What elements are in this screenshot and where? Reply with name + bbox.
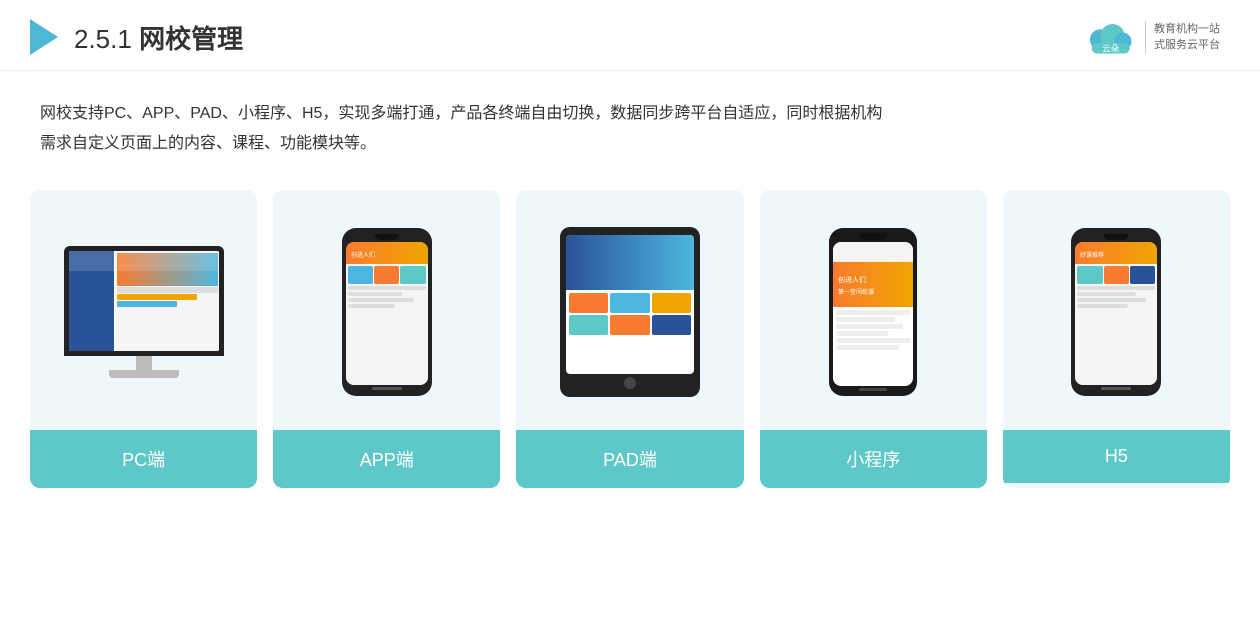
page-title: 2.5.1 网校管理 — [74, 19, 243, 56]
page-header: 2.5.1 网校管理 云朵 教育机构一站 式服务云平台 — [0, 0, 1260, 71]
h5-phone-icon: 好课推荐 — [1071, 228, 1161, 396]
svg-text:云朵: 云朵 — [1102, 44, 1120, 54]
device-card-pc: PC端 — [30, 190, 257, 488]
app-image-area: 创进人们 — [273, 190, 500, 430]
logo-triangle-icon — [30, 19, 58, 55]
pad-tablet-icon — [560, 227, 700, 397]
miniprogram-label: 小程序 — [760, 430, 987, 488]
app-label: APP端 — [273, 430, 500, 488]
svg-text:创进人们: 创进人们 — [351, 251, 375, 259]
description-line2: 需求自定义页面上的内容、课程、功能模块等。 — [40, 129, 1220, 159]
section-title: 网校管理 — [139, 24, 243, 54]
device-card-h5: 好课推荐 — [1003, 190, 1230, 488]
miniprogram-phone-icon: 创进人们 第一堂闯练课 — [829, 228, 917, 396]
description-section: 网校支持PC、APP、PAD、小程序、H5，实现多端打通，产品各终端自由切换，数… — [0, 71, 1260, 180]
h5-image-area: 好课推荐 — [1003, 190, 1230, 430]
brand-logo: 云朵 教育机构一站 式服务云平台 — [1083, 18, 1220, 56]
app-phone-icon: 创进人们 — [342, 228, 432, 396]
svg-text:第一堂闯练课: 第一堂闯练课 — [838, 288, 874, 296]
pc-image-area — [30, 190, 257, 430]
device-cards-section: PC端 创进人们 — [0, 180, 1260, 508]
h5-label: H5 — [1003, 430, 1230, 483]
pad-image-area — [516, 190, 743, 430]
pc-label: PC端 — [30, 430, 257, 488]
header-left: 2.5.1 网校管理 — [30, 19, 243, 56]
description-line1: 网校支持PC、APP、PAD、小程序、H5，实现多端打通，产品各终端自由切换，数… — [40, 99, 1220, 129]
brand-tagline2: 式服务云平台 — [1154, 37, 1220, 54]
pad-label: PAD端 — [516, 430, 743, 488]
miniprogram-image-area: 创进人们 第一堂闯练课 — [760, 190, 987, 430]
pc-monitor-icon — [64, 246, 224, 378]
section-number: 2.5.1 — [74, 24, 132, 54]
brand-tagline1: 教育机构一站 — [1154, 21, 1220, 38]
cloud-icon: 云朵 — [1083, 18, 1135, 56]
svg-text:好课推荐: 好课推荐 — [1080, 251, 1104, 259]
device-card-app: 创进人们 — [273, 190, 500, 488]
svg-text:创进人们: 创进人们 — [838, 275, 866, 284]
device-card-pad: PAD端 — [516, 190, 743, 488]
device-card-miniprogram: 创进人们 第一堂闯练课 — [760, 190, 987, 488]
brand-text: 教育机构一站 式服务云平台 — [1145, 21, 1220, 54]
